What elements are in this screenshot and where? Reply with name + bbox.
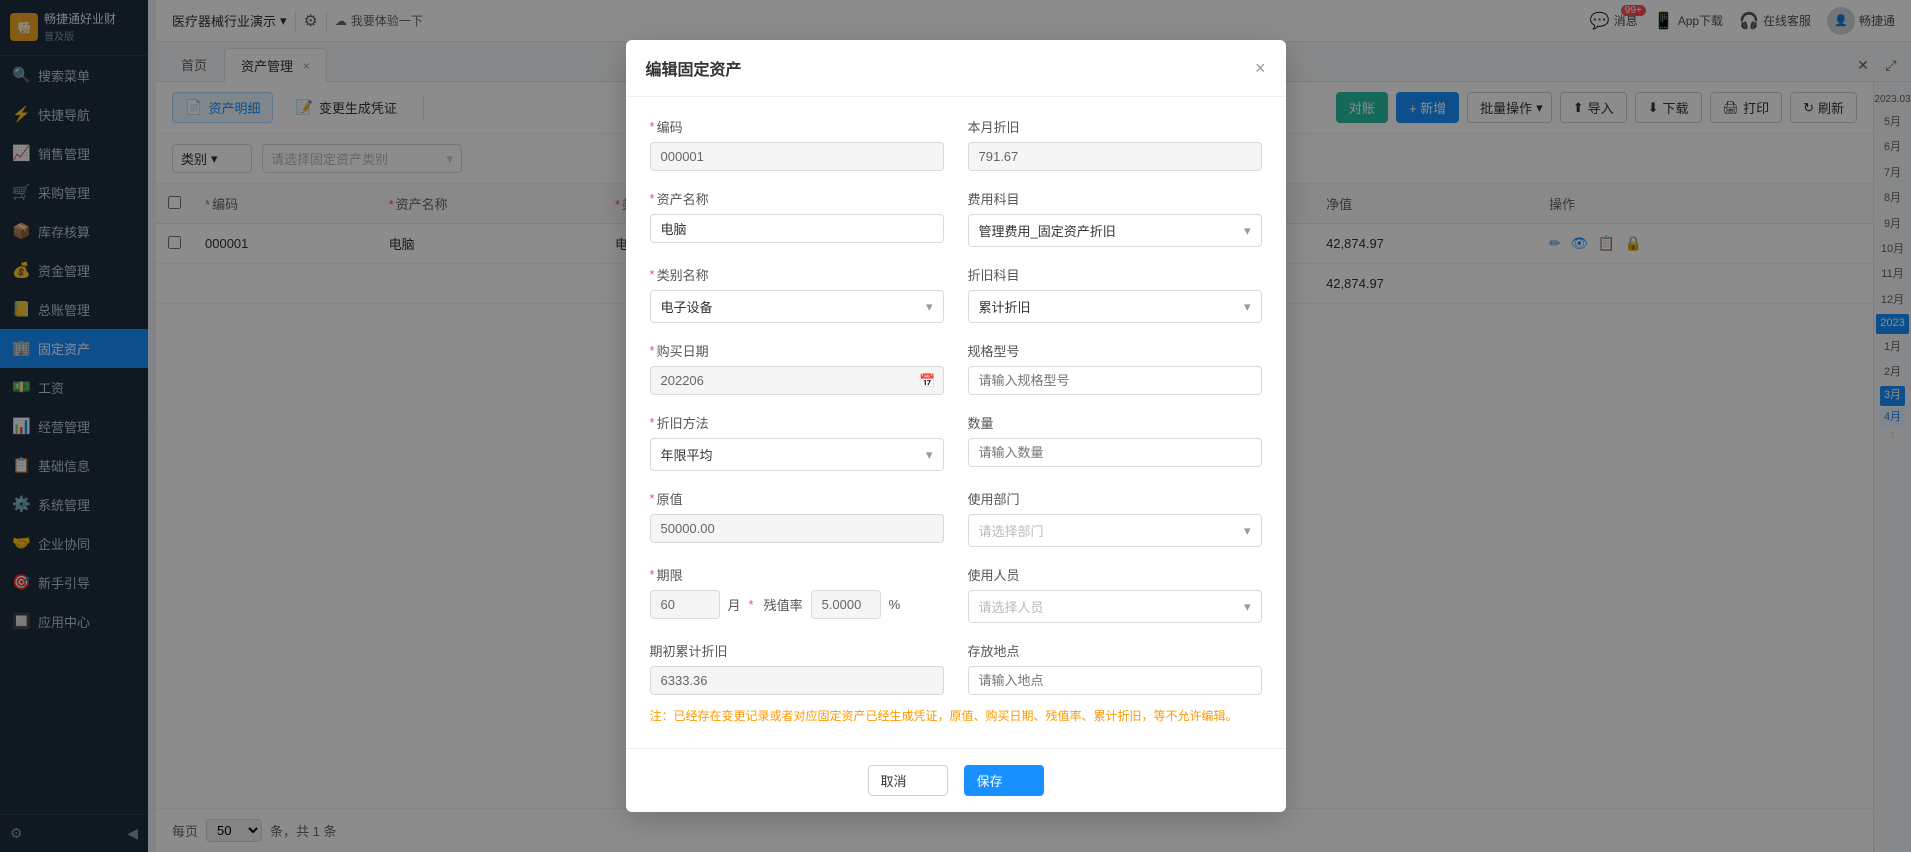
modal-close-btn[interactable]: × bbox=[1255, 58, 1266, 79]
expense-account-select[interactable]: 管理费用_固定资产折旧 ▾ bbox=[968, 214, 1262, 247]
residual-rate-input[interactable] bbox=[811, 590, 881, 619]
location-input[interactable] bbox=[968, 666, 1262, 695]
period-input[interactable] bbox=[650, 590, 720, 619]
form-item-spec: 规格型号 bbox=[968, 341, 1262, 395]
form-item-dep-method: * 折旧方法 年限平均 ▾ bbox=[650, 413, 944, 471]
dep-account-select[interactable]: 累计折旧 ▾ bbox=[968, 290, 1262, 323]
form-item-department: 使用部门 请选择部门 ▾ bbox=[968, 489, 1262, 547]
form-item-asset-name: * 资产名称 bbox=[650, 189, 944, 247]
department-arrow: ▾ bbox=[1244, 523, 1251, 539]
form-item-monthly-dep: 本月折旧 bbox=[968, 117, 1262, 171]
expense-account-arrow: ▾ bbox=[1244, 223, 1251, 239]
save-button[interactable]: 保存 bbox=[964, 765, 1044, 796]
modal-note: 注：已经存在变更记录或者对应固定资产已经生成凭证，原值、购买日期、残值率、累计折… bbox=[650, 695, 1262, 728]
form-item-expense-account: 费用科目 管理费用_固定资产折旧 ▾ bbox=[968, 189, 1262, 247]
form-item-user: 使用人员 请选择人员 ▾ bbox=[968, 565, 1262, 623]
form-item-dep-account: 折旧科目 累计折旧 ▾ bbox=[968, 265, 1262, 323]
category-arrow: ▾ bbox=[926, 299, 933, 315]
cancel-button[interactable]: 取消 bbox=[868, 765, 948, 796]
dep-account-arrow: ▾ bbox=[1244, 299, 1251, 315]
purchase-date-wrapper: 📅 bbox=[650, 366, 944, 395]
form-item-location: 存放地点 bbox=[968, 641, 1262, 695]
user-arrow: ▾ bbox=[1244, 599, 1251, 615]
form-item-quantity: 数量 bbox=[968, 413, 1262, 471]
form-item-initial-dep: 期初累计折旧 bbox=[650, 641, 944, 695]
form-item-period: * 期限 月 * 残值率 % bbox=[650, 565, 944, 623]
form-item-original-value: * 原值 bbox=[650, 489, 944, 547]
dep-method-select[interactable]: 年限平均 ▾ bbox=[650, 438, 944, 471]
form-item-category: * 类别名称 电子设备 ▾ bbox=[650, 265, 944, 323]
modal-form: * 编码 本月折旧 * 资产名称 bbox=[650, 117, 1262, 695]
monthly-depreciation-input bbox=[968, 142, 1262, 171]
dep-method-arrow: ▾ bbox=[926, 447, 933, 463]
initial-dep-input bbox=[650, 666, 944, 695]
edit-asset-modal: 编辑固定资产 × * 编码 本月折旧 bbox=[626, 40, 1286, 812]
modal-overlay: 编辑固定资产 × * 编码 本月折旧 bbox=[0, 0, 1911, 852]
category-select[interactable]: 电子设备 ▾ bbox=[650, 290, 944, 323]
purchase-date-input[interactable] bbox=[650, 366, 944, 395]
user-select[interactable]: 请选择人员 ▾ bbox=[968, 590, 1262, 623]
form-item-code: * 编码 bbox=[650, 117, 944, 171]
quantity-input[interactable] bbox=[968, 438, 1262, 467]
modal-footer: 取消 保存 bbox=[626, 748, 1286, 812]
period-residual-row: 月 * 残值率 % bbox=[650, 590, 944, 619]
modal-body: * 编码 本月折旧 * 资产名称 bbox=[626, 97, 1286, 748]
code-input[interactable] bbox=[650, 142, 944, 171]
original-value-input[interactable] bbox=[650, 514, 944, 543]
spec-input[interactable] bbox=[968, 366, 1262, 395]
modal-header: 编辑固定资产 × bbox=[626, 40, 1286, 97]
form-item-purchase-date: * 购买日期 📅 bbox=[650, 341, 944, 395]
asset-name-input[interactable] bbox=[650, 214, 944, 243]
calendar-icon[interactable]: 📅 bbox=[919, 373, 935, 389]
modal-title: 编辑固定资产 bbox=[646, 56, 742, 80]
department-select[interactable]: 请选择部门 ▾ bbox=[968, 514, 1262, 547]
